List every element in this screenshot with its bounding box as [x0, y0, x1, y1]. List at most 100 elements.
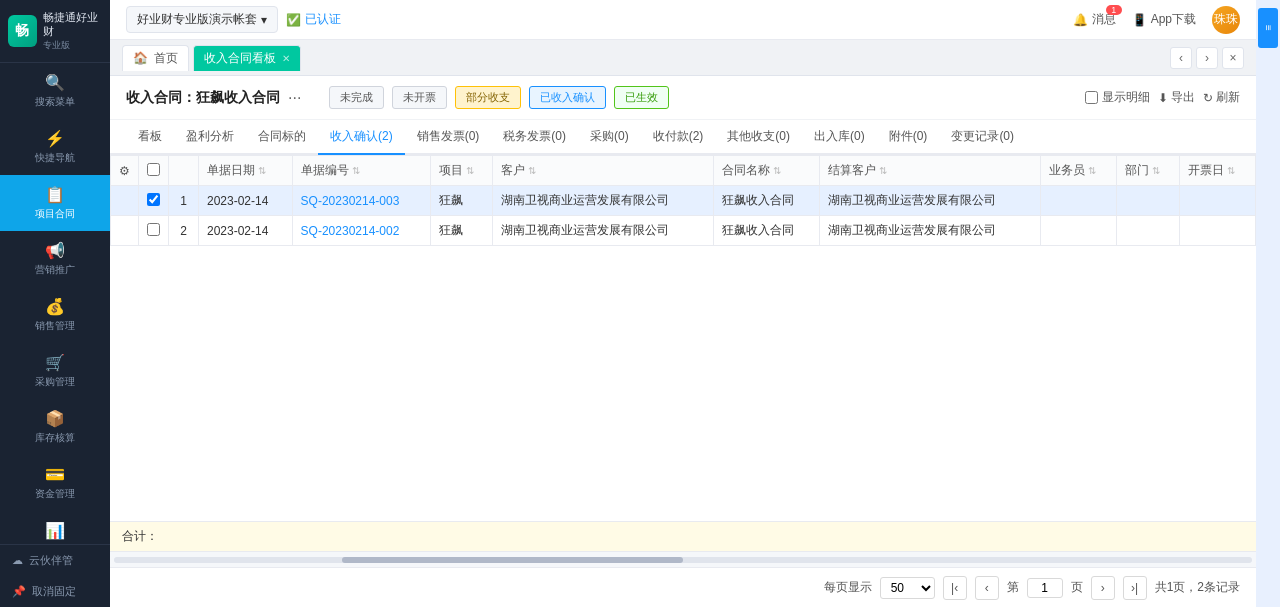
tab-close-icon[interactable]: ✕	[282, 53, 290, 64]
tab-close-all-button[interactable]: ×	[1222, 47, 1244, 69]
table-row[interactable]: 1 2023-02-14 SQ-20230214-003 狂飙 湖南卫视商业运营…	[111, 186, 1256, 216]
bell-icon: 🔔	[1073, 13, 1088, 27]
export-button[interactable]: ⬇ 导出	[1158, 89, 1195, 106]
show-detail-toggle[interactable]: 显示明细	[1085, 89, 1150, 106]
col-number[interactable]: 单据编号⇅	[292, 156, 430, 186]
sidebar-item-采购管理[interactable]: 🛒采购管理	[0, 343, 110, 399]
subtab-9[interactable]: 出入库(0)	[802, 120, 877, 155]
subtab-5[interactable]: 税务发票(0)	[491, 120, 578, 155]
sort-settle-icon: ⇅	[879, 165, 887, 176]
subtab-4[interactable]: 销售发票(0)	[405, 120, 492, 155]
row-dept-1	[1117, 216, 1179, 246]
refresh-button[interactable]: ↻ 刷新	[1203, 89, 1240, 106]
sidebar-item-库存核算[interactable]: 📦库存核算	[0, 399, 110, 455]
right-sidebar-panel[interactable]: ≡	[1258, 8, 1278, 48]
col-project[interactable]: 项目⇅	[430, 156, 492, 186]
row-customer-1: 湖南卫视商业运营发展有限公司	[492, 216, 713, 246]
show-detail-checkbox[interactable]	[1085, 91, 1098, 104]
col-settings[interactable]: ⚙	[111, 156, 139, 186]
header-tools: 显示明细 ⬇ 导出 ↻ 刷新	[1085, 89, 1240, 106]
scroll-track[interactable]	[114, 557, 1252, 563]
sidebar-bottom-unpin[interactable]: 📌 取消固定	[0, 576, 110, 607]
refresh-label: 刷新	[1216, 89, 1240, 106]
select-all-checkbox[interactable]	[147, 163, 160, 176]
row-number-link-0[interactable]: SQ-20230214-003	[301, 194, 400, 208]
sort-number-icon: ⇅	[352, 165, 360, 176]
export-icon: ⬇	[1158, 91, 1168, 105]
row-settings-1[interactable]	[111, 216, 139, 246]
col-open-date[interactable]: 开票日⇅	[1179, 156, 1255, 186]
row-checkbox-1[interactable]	[139, 216, 169, 246]
col-department[interactable]: 部门⇅	[1117, 156, 1179, 186]
show-detail-label: 显示明细	[1102, 89, 1150, 106]
subtab-0[interactable]: 看板	[126, 120, 174, 155]
subtab-6[interactable]: 采购(0)	[578, 120, 641, 155]
verified-badge: ✅ 已认证	[286, 11, 341, 28]
sidebar-bottom-unpin-label: 取消固定	[32, 584, 76, 599]
next-page-button[interactable]: ›	[1091, 576, 1115, 600]
subtabs: 看板盈利分析合同标的收入确认(2)销售发票(0)税务发票(0)采购(0)收付款(…	[110, 120, 1256, 155]
col-salesperson[interactable]: 业务员⇅	[1041, 156, 1117, 186]
tab-contract-board[interactable]: 收入合同看板 ✕	[193, 45, 301, 71]
row-checkbox-0[interactable]	[139, 186, 169, 216]
last-page-button[interactable]: ›|	[1123, 576, 1147, 600]
prev-page-button[interactable]: ‹	[975, 576, 999, 600]
app-download-button[interactable]: 📱 App下载	[1132, 11, 1196, 28]
sidebar-label-3: 营销推广	[35, 263, 75, 277]
subtab-8[interactable]: 其他收支(0)	[715, 120, 802, 155]
row-open-date-0	[1179, 186, 1255, 216]
status-confirmed[interactable]: 已收入确认	[529, 86, 606, 109]
page-title-main: 狂飙收入合同	[196, 89, 280, 105]
sidebar-item-快捷导航[interactable]: ⚡快捷导航	[0, 119, 110, 175]
page-size-select[interactable]: 50 100 200	[880, 577, 935, 599]
app-logo-icon: 畅	[8, 15, 37, 47]
row-settings-0[interactable]	[111, 186, 139, 216]
sidebar-icon-2: 📋	[45, 185, 65, 204]
company-selector[interactable]: 好业财专业版演示帐套 ▾	[126, 6, 278, 33]
page-number-input[interactable]	[1027, 578, 1063, 598]
sidebar-label-0: 搜索菜单	[35, 95, 75, 109]
col-date[interactable]: 单据日期⇅	[199, 156, 293, 186]
sidebar-item-营销推广[interactable]: 📢营销推广	[0, 231, 110, 287]
chevron-down-icon: ▾	[261, 13, 267, 27]
sidebar-bottom-cloud[interactable]: ☁ 云伙伴管	[0, 545, 110, 576]
tab-home[interactable]: 🏠 首页	[122, 45, 189, 71]
sidebar-item-总账管理[interactable]: 📊总账管理	[0, 511, 110, 544]
check-circle-icon: ✅	[286, 13, 301, 27]
col-settle-customer[interactable]: 结算客户⇅	[820, 156, 1041, 186]
user-avatar[interactable]: 珠珠	[1212, 6, 1240, 34]
page-title: 收入合同：狂飙收入合同	[126, 89, 280, 107]
status-partial[interactable]: 部分收支	[455, 86, 521, 109]
col-contract[interactable]: 合同名称⇅	[713, 156, 819, 186]
subtab-3[interactable]: 收入确认(2)	[318, 120, 405, 155]
table-wrapper[interactable]: ⚙ 单据日期⇅ 单据编号⇅ 项目⇅ 客户⇅ 合同名称⇅ 结算客户⇅ 业务员⇅ 部…	[110, 155, 1256, 521]
sidebar-logo: 畅 畅捷通好业财 专业版	[0, 0, 110, 63]
col-customer[interactable]: 客户⇅	[492, 156, 713, 186]
sidebar-icon-6: 📦	[45, 409, 65, 428]
row-contract-0: 狂飙收入合同	[713, 186, 819, 216]
sidebar-item-搜索菜单[interactable]: 🔍 搜索菜单	[0, 63, 110, 119]
sidebar-icon-0: 🔍	[45, 73, 65, 92]
scroll-thumb[interactable]	[342, 557, 683, 563]
row-number-link-1[interactable]: SQ-20230214-002	[301, 224, 400, 238]
status-not-complete[interactable]: 未完成	[329, 86, 384, 109]
tab-next-button[interactable]: ›	[1196, 47, 1218, 69]
subtab-11[interactable]: 变更记录(0)	[939, 120, 1026, 155]
subtab-2[interactable]: 合同标的	[246, 120, 318, 155]
subtab-10[interactable]: 附件(0)	[877, 120, 940, 155]
subtab-1[interactable]: 盈利分析	[174, 120, 246, 155]
status-not-invoiced[interactable]: 未开票	[392, 86, 447, 109]
sidebar-item-资金管理[interactable]: 💳资金管理	[0, 455, 110, 511]
tab-prev-button[interactable]: ‹	[1170, 47, 1192, 69]
first-page-button[interactable]: |‹	[943, 576, 967, 600]
scroll-bar-area[interactable]	[110, 551, 1256, 567]
subtab-7[interactable]: 收付款(2)	[641, 120, 716, 155]
row-number-1[interactable]: SQ-20230214-002	[292, 216, 430, 246]
more-options-button[interactable]: ···	[288, 89, 301, 107]
status-effective[interactable]: 已生效	[614, 86, 669, 109]
row-number-0[interactable]: SQ-20230214-003	[292, 186, 430, 216]
message-button[interactable]: 🔔 消息 1	[1073, 11, 1116, 28]
sidebar-item-销售管理[interactable]: 💰销售管理	[0, 287, 110, 343]
table-row[interactable]: 2 2023-02-14 SQ-20230214-002 狂飙 湖南卫视商业运营…	[111, 216, 1256, 246]
sidebar-item-项目合同[interactable]: 📋项目合同	[0, 175, 110, 231]
